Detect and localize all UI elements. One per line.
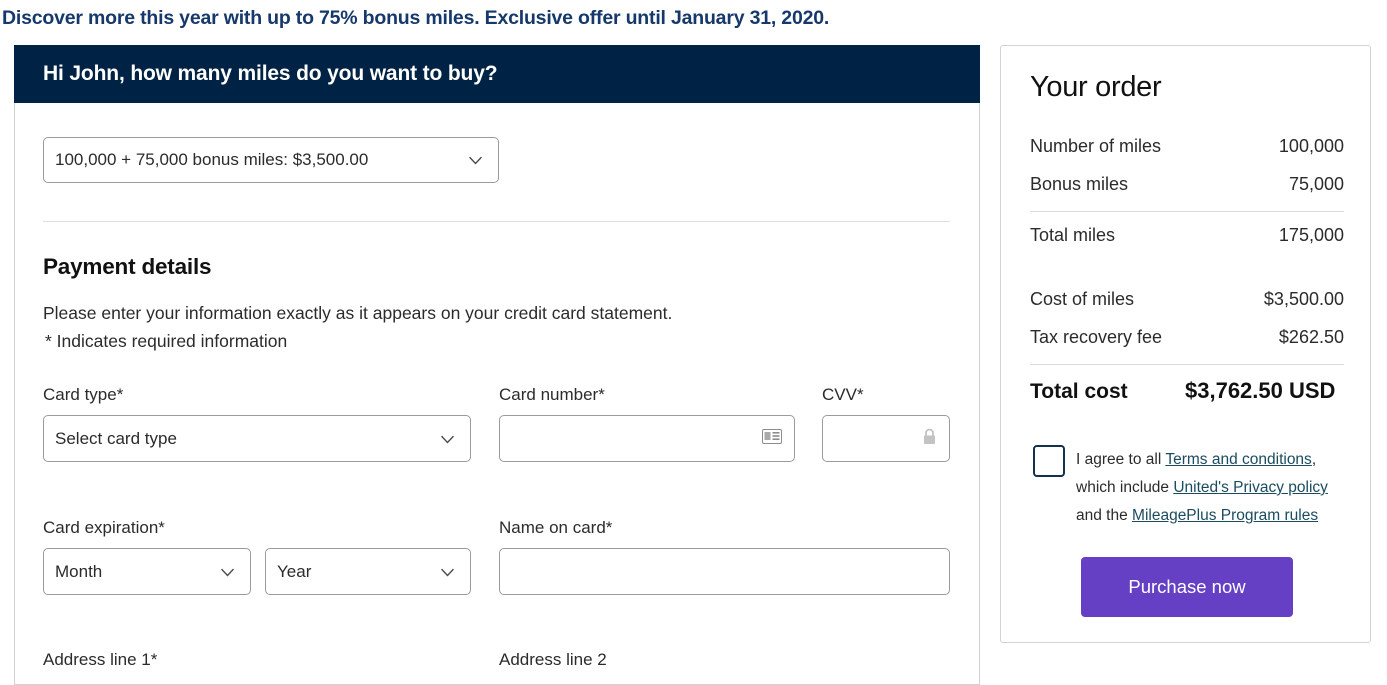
section-divider xyxy=(43,221,950,222)
card-type-label: Card type* xyxy=(43,385,123,405)
lock-icon xyxy=(922,427,937,450)
address-line-1-label: Address line 1* xyxy=(43,650,157,670)
address-line-2-label-text: Address line 2 xyxy=(499,650,607,669)
card-expiration-month-value: Month xyxy=(55,561,103,581)
terms-mid-2: and the xyxy=(1076,507,1133,524)
card-expiration-year-value: Year xyxy=(277,561,312,581)
card-expiration-label: Card expiration* xyxy=(43,518,165,538)
mileageplus-program-rules-link[interactable]: MileagePlus Program rules xyxy=(1132,507,1318,524)
order-row-value-total-miles: 175,000 xyxy=(1278,225,1344,245)
privacy-policy-link[interactable]: United's Privacy policy xyxy=(1173,479,1328,496)
order-summary-title: Your order xyxy=(1030,71,1162,103)
order-row-value-cost-of-miles: $3,500.00 xyxy=(1263,289,1344,309)
terms-agree-text: I agree to all Terms and conditions, whi… xyxy=(1076,446,1344,530)
card-type-label-text: Card type xyxy=(43,385,117,404)
purchase-now-button[interactable]: Purchase now xyxy=(1081,557,1293,617)
address-line-1-required-mark: * xyxy=(150,650,158,669)
card-expiration-month-select[interactable]: Month xyxy=(43,548,251,595)
promo-text: Discover more this year with up to 75% b… xyxy=(2,6,830,29)
order-divider-2 xyxy=(1030,364,1344,365)
card-expiration-year-select[interactable]: Year xyxy=(265,548,471,595)
name-on-card-required-mark: * xyxy=(605,518,613,537)
chevron-down-icon xyxy=(219,564,236,581)
cvv-label-text: CVV xyxy=(822,385,857,404)
miles-package-select-control[interactable]: 100,000 + 75,000 bonus miles: $3,500.00 xyxy=(43,137,499,183)
required-information-note: * Indicates required information xyxy=(45,331,288,351)
form-header-bar: Hi John, how many miles do you want to b… xyxy=(14,45,980,103)
credit-card-icon xyxy=(762,428,782,449)
payment-details-title: Payment details xyxy=(43,254,212,279)
cvv-label: CVV* xyxy=(822,385,864,405)
name-on-card-label: Name on card* xyxy=(499,518,612,538)
card-number-required-mark: * xyxy=(598,385,605,404)
card-type-select[interactable]: Select card type xyxy=(43,415,471,462)
name-on-card-input[interactable] xyxy=(499,548,950,595)
address-line-2-label: Address line 2 xyxy=(499,650,607,670)
card-type-select-value: Select card type xyxy=(55,428,177,448)
form-header-title: Hi John, how many miles do you want to b… xyxy=(43,62,498,85)
card-type-required-mark: * xyxy=(116,385,124,404)
terms-prefix: I agree to all xyxy=(1076,451,1166,468)
card-expiration-label-text: Card expiration xyxy=(43,518,159,537)
terms-agree-checkbox[interactable] xyxy=(1033,445,1065,477)
order-divider-1 xyxy=(1030,211,1344,212)
order-row-value-number-of-miles: 100,000 xyxy=(1278,136,1344,156)
terms-and-conditions-link[interactable]: Terms and conditions xyxy=(1165,451,1311,468)
payment-details-subtitle: Please enter your information exactly as… xyxy=(43,303,673,323)
card-number-label: Card number* xyxy=(499,385,605,405)
chevron-down-icon xyxy=(467,152,484,169)
order-row-value-tax-recovery-fee: $262.50 xyxy=(1278,327,1344,347)
order-total-label: Total cost xyxy=(1030,380,1128,403)
chevron-down-icon xyxy=(439,564,456,581)
name-on-card-label-text: Name on card xyxy=(499,518,606,537)
card-expiration-required-mark: * xyxy=(158,518,165,537)
card-number-input[interactable] xyxy=(499,415,795,462)
order-total-value: $3,762.50 USD xyxy=(1185,378,1336,403)
card-number-label-text: Card number xyxy=(499,385,599,404)
cvv-input[interactable] xyxy=(822,415,950,462)
order-row-value-bonus-miles: 75,000 xyxy=(1288,174,1344,194)
promo-banner: Discover more this year with up to 75% b… xyxy=(0,0,1387,36)
cvv-required-mark: * xyxy=(856,385,864,404)
address-line-1-label-text: Address line 1 xyxy=(43,650,151,669)
miles-package-select-value: 100,000 + 75,000 bonus miles: $3,500.00 xyxy=(55,150,369,169)
miles-package-select[interactable]: 100,000 + 75,000 bonus miles: $3,500.00 xyxy=(43,137,499,183)
chevron-down-icon xyxy=(439,431,456,448)
